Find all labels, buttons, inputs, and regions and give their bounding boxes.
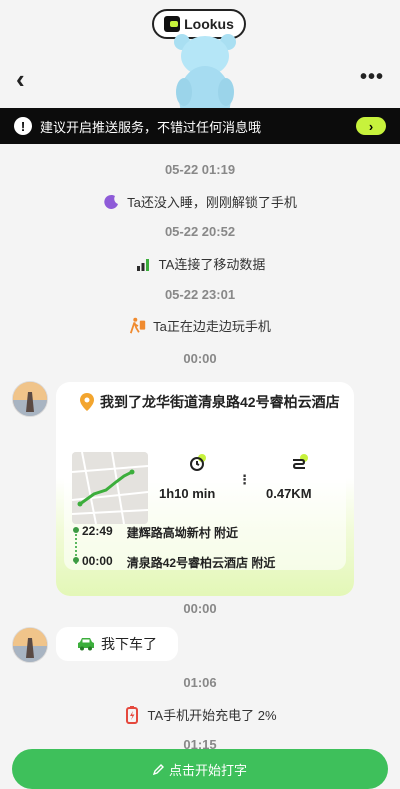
- route-end-time: 00:00: [82, 554, 113, 568]
- event-row: TA手机开始充电了 2%: [0, 705, 400, 724]
- message-text: 我下车了: [101, 636, 157, 652]
- chevron-left-icon: ‹: [16, 64, 25, 94]
- car-icon: [78, 638, 94, 651]
- timestamp: 00:00: [183, 601, 217, 616]
- more-dots-icon: •••: [360, 66, 385, 88]
- event-text: TA连接了移动数据: [158, 257, 266, 272]
- route-map[interactable]: [72, 452, 148, 524]
- more-button[interactable]: •••: [360, 66, 384, 89]
- warning-icon: !: [14, 117, 32, 135]
- chevron-right-icon: ›: [368, 118, 374, 134]
- push-notice-banner[interactable]: ! 建议开启推送服务，不错过任何消息哦 ›: [0, 108, 400, 144]
- pencil-icon: [152, 764, 164, 775]
- route-icon: [292, 454, 308, 469]
- trip-summary: 1h10 min ⋮ 0.47KM 22:49 建辉路高坳新村 附近 00:00…: [64, 446, 346, 570]
- event-row: TA连接了移动数据: [0, 254, 400, 273]
- start-typing-button[interactable]: 点击开始打字: [12, 749, 388, 789]
- banner-go-button[interactable]: ›: [356, 117, 386, 135]
- trip-duration: 1h10 min: [159, 486, 216, 501]
- event-text: TA手机开始充电了 2%: [147, 708, 277, 723]
- clock-icon: [190, 454, 206, 471]
- timestamp: 00:00: [183, 351, 217, 366]
- event-row: Ta正在边走边玩手机: [0, 316, 400, 335]
- route-start: 22:49 建辉路高坳新村 附近: [82, 524, 238, 541]
- battery-charging-icon: [123, 705, 141, 724]
- back-button[interactable]: ‹: [16, 64, 25, 95]
- location-card[interactable]: 我到了龙华街道清泉路42号睿柏云酒店 1h10 min ⋮ 0.47KM 22:…: [56, 382, 354, 596]
- location-title: 我到了龙华街道清泉路42号睿柏云酒店: [100, 394, 340, 410]
- stat-divider: ⋮: [238, 472, 251, 487]
- signal-icon: [135, 255, 153, 273]
- event-row: Ta还没入睡，刚刚解锁了手机: [0, 192, 400, 211]
- moon-icon: [103, 193, 121, 211]
- event-text: Ta还没入睡，刚刚解锁了手机: [127, 195, 297, 210]
- trip-distance: 0.47KM: [266, 486, 312, 501]
- timestamp: 01:06: [183, 675, 217, 690]
- route-start-time: 22:49: [82, 524, 113, 538]
- timestamp: 05-22 20:52: [164, 224, 236, 239]
- timestamp: 05-22 23:01: [164, 287, 236, 302]
- route-end-place: 清泉路42号睿柏云酒店 附近: [126, 556, 276, 570]
- avatar[interactable]: [12, 381, 48, 417]
- route-end: 00:00 清泉路42号睿柏云酒店 附近: [82, 554, 275, 571]
- avatar[interactable]: [12, 627, 48, 663]
- walking-phone-icon: [129, 317, 147, 335]
- event-text: Ta正在边走边玩手机: [153, 319, 271, 334]
- start-typing-label: 点击开始打字: [168, 762, 247, 778]
- route-start-place: 建辉路高坳新村 附近: [126, 526, 239, 540]
- banner-text: 建议开启推送服务，不错过任何消息哦: [40, 119, 262, 135]
- timestamp: 05-22 01:19: [164, 162, 236, 177]
- message-bubble[interactable]: 我下车了: [56, 627, 178, 661]
